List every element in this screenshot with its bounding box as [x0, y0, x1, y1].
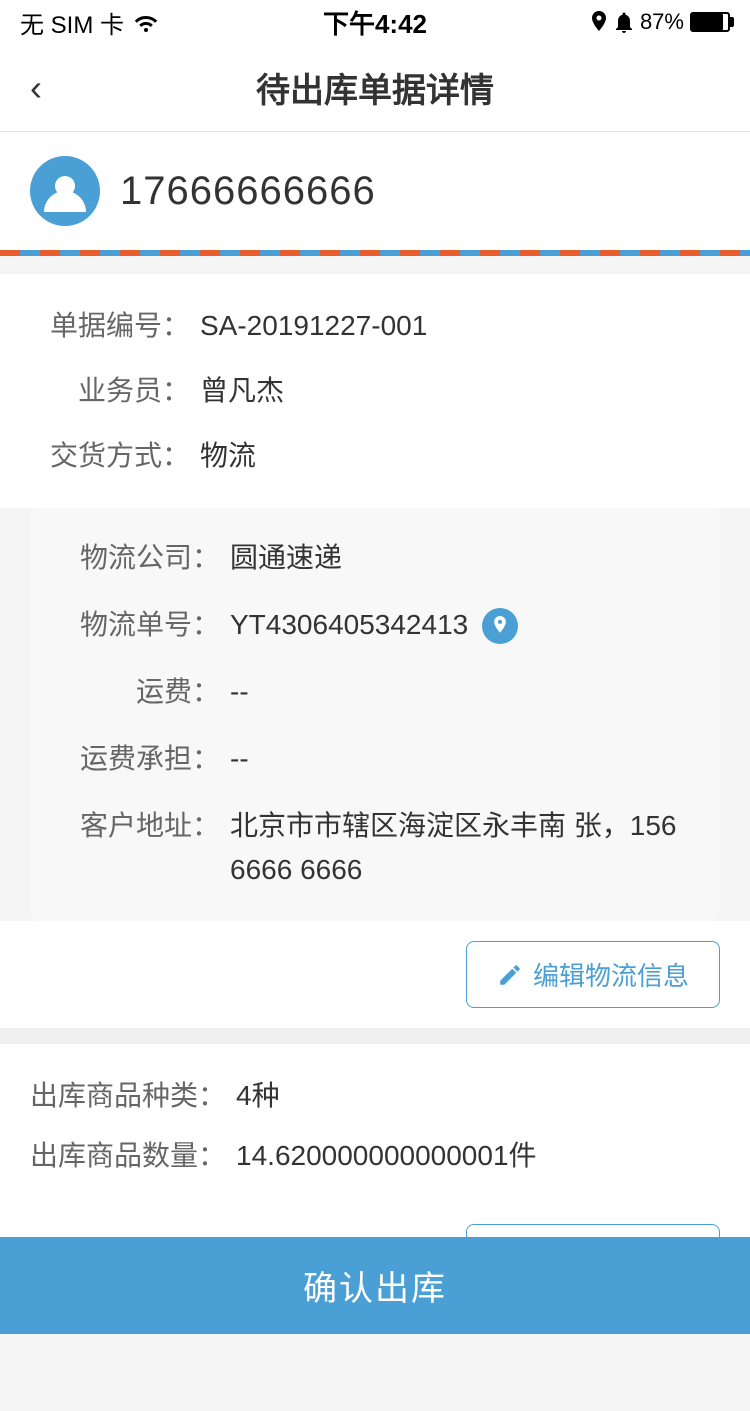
edit-logistics-label: 编辑物流信息: [533, 956, 689, 993]
order-number-label: 单据编号：: [30, 304, 190, 349]
address-label: 客户地址：: [60, 804, 220, 849]
address-value: 北京市市辖区海淀区永丰南 张，156 6666 6666: [220, 804, 690, 894]
freight-bearer-row: 运费承担： --: [60, 737, 690, 782]
edit-icon: [497, 962, 523, 988]
goods-type-label: 出库商品种类：: [30, 1074, 226, 1114]
address-row: 客户地址： 北京市市辖区海淀区永丰南 张，156 6666 6666: [60, 804, 690, 894]
goods-type-row: 出库商品种类： 4种: [30, 1074, 720, 1114]
edit-logistics-button[interactable]: 编辑物流信息: [466, 941, 720, 1008]
dashed-divider: [0, 250, 750, 256]
back-button[interactable]: ‹: [30, 57, 52, 119]
user-avatar: [30, 156, 100, 226]
logistics-tracking-row: 物流单号： YT4306405342413: [60, 603, 690, 648]
battery-icon: [690, 12, 730, 32]
status-time: 下午4:42: [323, 4, 427, 41]
logistics-company-value: 圆通速递: [220, 536, 690, 581]
status-bar: 无 SIM 卡 下午4:42 87%: [0, 0, 750, 44]
status-left: 无 SIM 卡: [20, 5, 160, 40]
wifi-icon: [132, 12, 160, 32]
goods-quantity-row: 出库商品数量： 14.620000000000001件: [30, 1134, 720, 1174]
order-number-row: 单据编号： SA-20191227-001: [30, 304, 720, 349]
order-number-value: SA-20191227-001: [190, 304, 720, 349]
user-phone: 17666666666: [120, 169, 376, 214]
freight-bearer-value: --: [220, 737, 690, 782]
sales-person-label: 业务员：: [30, 369, 190, 414]
logistics-tracking-label: 物流单号：: [60, 603, 220, 648]
goods-quantity-label: 出库商品数量：: [30, 1134, 226, 1174]
freight-value: --: [220, 670, 690, 715]
avatar-icon: [44, 170, 86, 212]
delivery-method-label: 交货方式：: [30, 434, 190, 479]
edit-btn-row: 编辑物流信息: [0, 921, 750, 1028]
status-right: 87%: [590, 9, 730, 35]
carrier-label: 无 SIM 卡: [20, 5, 124, 40]
page-title: 待出库单据详情: [256, 63, 494, 112]
delivery-method-value: 物流: [190, 434, 720, 479]
delivery-method-row: 交货方式： 物流: [30, 434, 720, 479]
location-status-icon: [590, 11, 608, 33]
user-header: 17666666666: [0, 132, 750, 250]
tracking-number: YT4306405342413: [230, 603, 468, 648]
goods-quantity-value: 14.620000000000001件: [226, 1134, 537, 1174]
map-pin-icon: [490, 616, 510, 636]
goods-section: 出库商品种类： 4种 出库商品数量： 14.620000000000001件: [0, 1044, 750, 1204]
confirm-button[interactable]: 确认出库: [303, 1261, 447, 1310]
sales-person-row: 业务员： 曾凡杰: [30, 369, 720, 414]
confirm-area: 确认出库: [0, 1237, 750, 1334]
logistics-card: 物流公司： 圆通速递 物流单号： YT4306405342413 运费： -- …: [30, 508, 720, 921]
freight-row: 运费： --: [60, 670, 690, 715]
freight-label: 运费：: [60, 670, 220, 715]
logistics-company-row: 物流公司： 圆通速递: [60, 536, 690, 581]
main-content: 17666666666 单据编号： SA-20191227-001 业务员： 曾…: [0, 132, 750, 1411]
goods-type-value: 4种: [226, 1074, 280, 1114]
battery-percent: 87%: [640, 9, 684, 35]
location-icon[interactable]: [482, 608, 518, 644]
sales-person-value: 曾凡杰: [190, 369, 720, 414]
nav-bar: ‹ 待出库单据详情: [0, 44, 750, 132]
freight-bearer-label: 运费承担：: [60, 737, 220, 782]
logistics-tracking-value: YT4306405342413: [220, 603, 690, 648]
alarm-icon: [614, 11, 634, 33]
section-divider: [0, 1028, 750, 1044]
order-info-section: 单据编号： SA-20191227-001 业务员： 曾凡杰 交货方式： 物流: [0, 274, 750, 508]
logistics-company-label: 物流公司：: [60, 536, 220, 581]
